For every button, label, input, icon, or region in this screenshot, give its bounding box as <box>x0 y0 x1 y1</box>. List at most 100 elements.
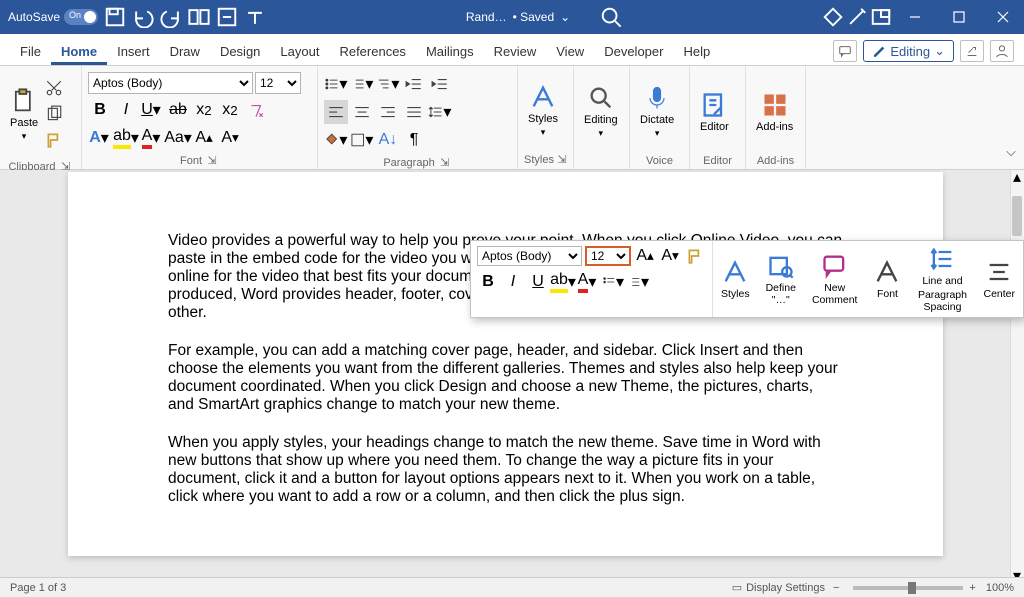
align-right-icon[interactable] <box>376 100 400 124</box>
sort-icon[interactable]: A↓ <box>376 128 400 152</box>
mini-italic-button[interactable]: I <box>502 271 524 293</box>
increase-indent-icon[interactable] <box>428 72 452 96</box>
zoom-level[interactable]: 100% <box>986 582 1014 594</box>
mini-bullets-icon[interactable]: ▾ <box>602 271 624 293</box>
maximize-button[interactable] <box>938 0 980 34</box>
mini-font-name[interactable]: Aptos (Body) <box>477 246 582 266</box>
mini-center-button[interactable]: Center <box>975 241 1023 317</box>
align-left-icon[interactable] <box>324 100 348 124</box>
wand-icon[interactable] <box>846 6 868 28</box>
align-center-icon[interactable] <box>350 100 374 124</box>
tab-developer[interactable]: Developer <box>594 38 673 65</box>
profile-button[interactable] <box>990 40 1014 62</box>
quick-icon-2[interactable] <box>216 6 238 28</box>
strikethrough-button[interactable]: ab <box>166 98 190 122</box>
mini-bold-button[interactable]: B <box>477 271 499 293</box>
tab-design[interactable]: Design <box>210 38 270 65</box>
underline-button[interactable]: U▾ <box>140 98 164 122</box>
subscript-button[interactable]: x2 <box>192 98 216 122</box>
search-icon[interactable] <box>600 6 622 28</box>
mini-font-button[interactable]: Font <box>865 241 909 317</box>
redo-icon[interactable] <box>160 6 182 28</box>
save-icon[interactable] <box>104 6 126 28</box>
scroll-up-icon[interactable]: ▴ <box>1010 170 1024 184</box>
tab-file[interactable]: File <box>10 38 51 65</box>
mini-font-size[interactable]: 12 <box>585 246 631 266</box>
mini-shrink-font-icon[interactable]: A▾ <box>659 245 681 267</box>
multilevel-icon[interactable]: ▾ <box>376 72 400 96</box>
styles-launcher-icon[interactable]: ⇲ <box>557 153 567 167</box>
scroll-thumb[interactable] <box>1012 196 1022 236</box>
shrink-font-icon[interactable]: A▾ <box>218 126 242 150</box>
tab-draw[interactable]: Draw <box>160 38 210 65</box>
mini-numbering-icon[interactable]: ▾ <box>627 271 649 293</box>
mini-define-button[interactable]: Define "…" <box>758 241 804 317</box>
dictate-button[interactable]: Dictate▾ <box>636 70 678 153</box>
undo-icon[interactable] <box>132 6 154 28</box>
comments-button[interactable] <box>833 40 857 62</box>
cut-icon[interactable] <box>42 76 66 100</box>
app-icon[interactable] <box>870 6 892 28</box>
minimize-button[interactable] <box>894 0 936 34</box>
display-settings[interactable]: Display Settings <box>746 582 825 594</box>
editing-button[interactable]: Editing▾ <box>580 70 622 153</box>
close-button[interactable] <box>982 0 1024 34</box>
vertical-scrollbar[interactable]: ▴ ▾ <box>1010 170 1024 583</box>
addins-button[interactable]: Add-ins <box>752 70 797 153</box>
tab-layout[interactable]: Layout <box>270 38 329 65</box>
grow-font-icon[interactable]: A▴ <box>192 126 216 150</box>
saved-chevron-icon[interactable]: ⌄ <box>560 10 570 24</box>
font-name-selector[interactable]: Aptos (Body) <box>88 72 253 94</box>
document-page[interactable]: Video provides a powerful way to help yo… <box>68 172 943 556</box>
font-color-icon[interactable]: A▾ <box>140 126 164 150</box>
tab-review[interactable]: Review <box>484 38 547 65</box>
customize-qat-icon[interactable] <box>244 6 266 28</box>
editor-button[interactable]: Editor <box>696 70 733 153</box>
decrease-indent-icon[interactable] <box>402 72 426 96</box>
tab-references[interactable]: References <box>329 38 415 65</box>
line-spacing-icon[interactable]: ▾ <box>428 100 452 124</box>
collapse-ribbon-icon[interactable] <box>1004 146 1018 165</box>
copy-icon[interactable] <box>42 102 66 126</box>
display-settings-icon[interactable]: ▭ <box>732 581 742 594</box>
justify-icon[interactable] <box>402 100 426 124</box>
mini-format-painter-icon[interactable] <box>684 245 706 267</box>
paste-button[interactable]: Paste ▾ <box>6 70 42 158</box>
editing-mode-button[interactable]: Editing ⌄ <box>863 40 954 62</box>
quick-icon-1[interactable] <box>188 6 210 28</box>
styles-button[interactable]: Styles▾ <box>524 70 562 151</box>
borders-icon[interactable]: ▾ <box>350 128 374 152</box>
format-painter-icon[interactable] <box>42 128 66 152</box>
change-case-icon[interactable]: Aa▾ <box>166 126 190 150</box>
italic-button[interactable]: I <box>114 98 138 122</box>
mini-font-color-icon[interactable]: A▾ <box>577 271 599 293</box>
mini-grow-font-icon[interactable]: A▴ <box>634 245 656 267</box>
paragraph-launcher-icon[interactable]: ⇲ <box>438 156 452 170</box>
bullets-icon[interactable]: ▾ <box>324 72 348 96</box>
mini-highlight-icon[interactable]: ab▾ <box>552 271 574 293</box>
tab-home[interactable]: Home <box>51 38 107 65</box>
tab-view[interactable]: View <box>546 38 594 65</box>
diamond-icon[interactable] <box>822 6 844 28</box>
superscript-button[interactable]: x2 <box>218 98 242 122</box>
shading-icon[interactable]: ▾ <box>324 128 348 152</box>
tab-insert[interactable]: Insert <box>107 38 160 65</box>
autosave-toggle[interactable]: AutoSave On <box>8 9 98 25</box>
tab-help[interactable]: Help <box>673 38 720 65</box>
tab-mailings[interactable]: Mailings <box>416 38 484 65</box>
zoom-out-icon[interactable]: − <box>833 582 839 594</box>
zoom-slider[interactable] <box>853 586 963 590</box>
highlight-icon[interactable]: ab▾ <box>114 126 138 150</box>
font-size-selector[interactable]: 12 <box>255 72 301 94</box>
clear-formatting-icon[interactable] <box>244 98 268 122</box>
share-button[interactable] <box>960 40 984 62</box>
mini-new-comment-button[interactable]: New Comment <box>804 241 866 317</box>
mini-line-spacing-button[interactable]: Line and Paragraph Spacing <box>909 241 975 317</box>
zoom-in-icon[interactable]: + <box>969 582 975 594</box>
page-indicator[interactable]: Page 1 of 3 <box>10 582 66 594</box>
saved-status[interactable]: • Saved <box>513 10 555 24</box>
mini-styles-button[interactable]: Styles <box>713 241 758 317</box>
numbering-icon[interactable]: ▾ <box>350 72 374 96</box>
text-effects-icon[interactable]: A▾ <box>88 126 112 150</box>
mini-underline-button[interactable]: U <box>527 271 549 293</box>
